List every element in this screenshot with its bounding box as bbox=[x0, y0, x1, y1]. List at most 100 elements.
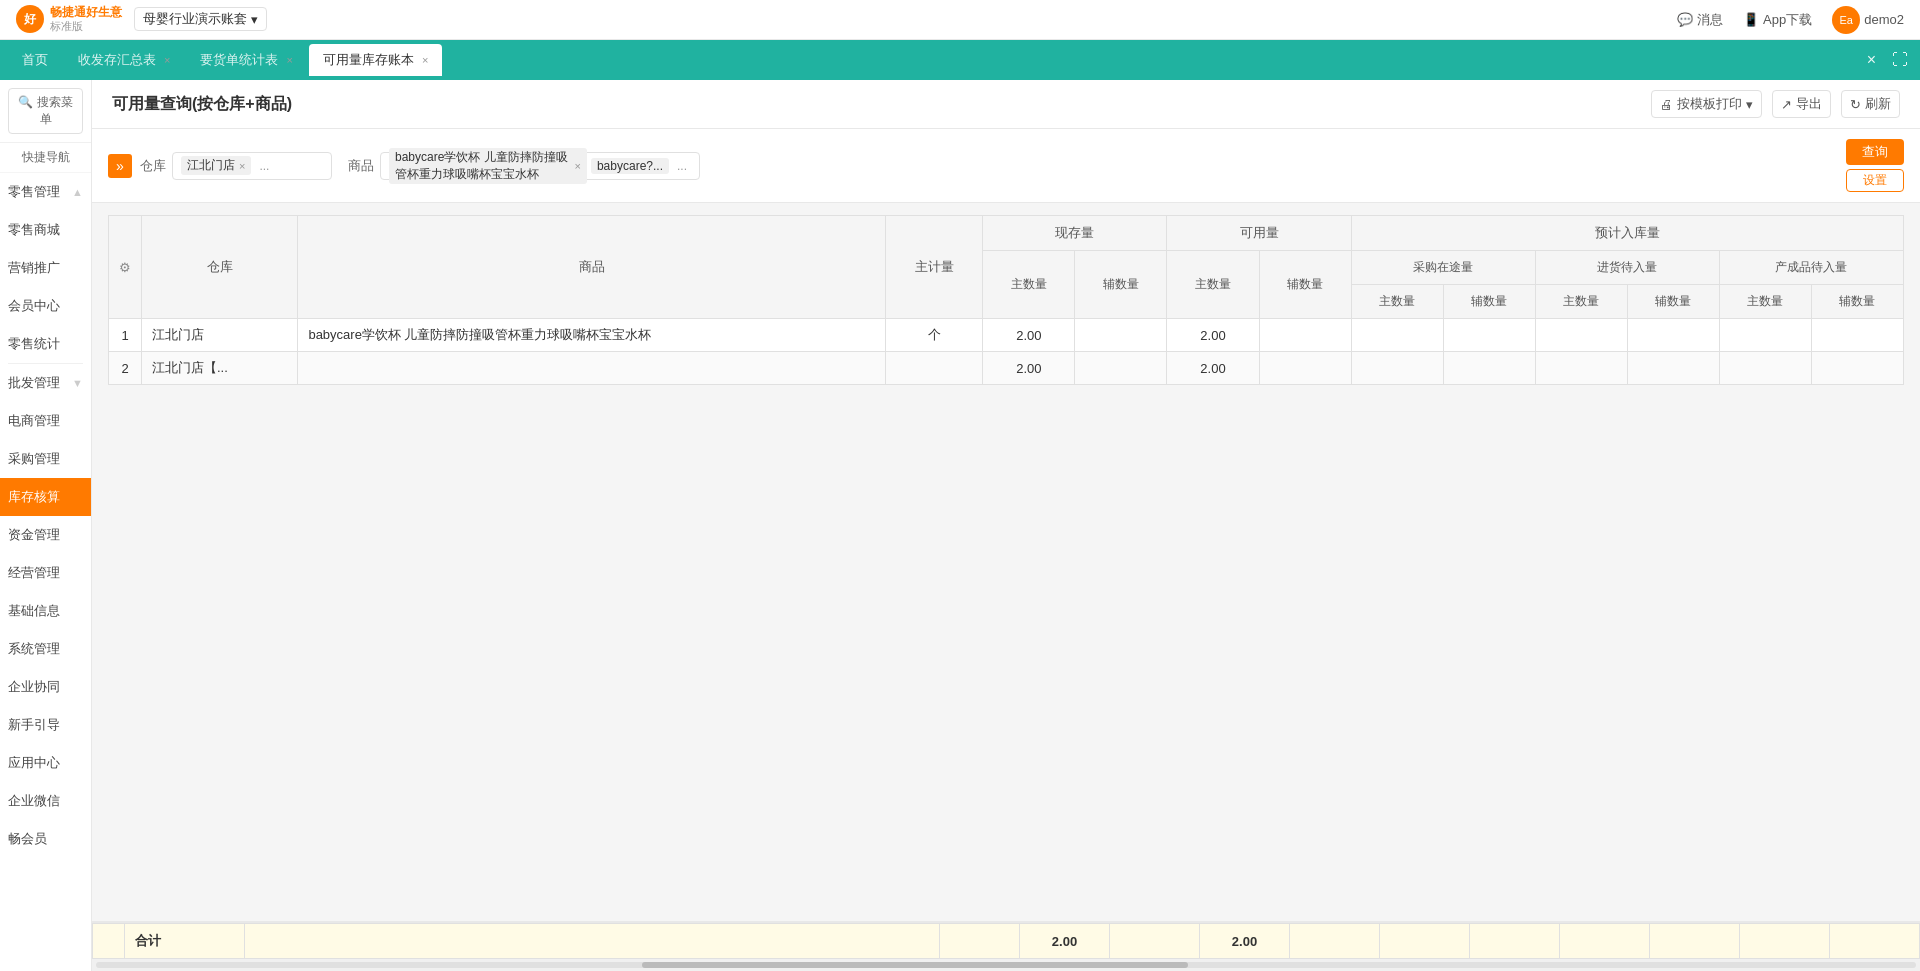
cell-pt-main bbox=[1351, 319, 1443, 352]
cell-gp-aux bbox=[1627, 352, 1719, 385]
app-download-label: App下载 bbox=[1763, 11, 1812, 29]
export-btn[interactable]: ↗ 导出 bbox=[1772, 90, 1831, 118]
tab-keyongliang[interactable]: 可用量库存账本 × bbox=[309, 44, 442, 76]
chevron-down-icon: ▾ bbox=[1746, 97, 1753, 112]
warehouse-input[interactable]: 江北门店 × ... bbox=[172, 152, 332, 180]
logo-icon: 好 bbox=[16, 5, 44, 33]
tab-shoufayuhuizong[interactable]: 收发存汇总表 × bbox=[64, 44, 184, 76]
expand-btn[interactable]: ⛶ bbox=[1888, 47, 1912, 73]
footer-p3-main bbox=[1740, 924, 1830, 959]
sidebar-item-newbie[interactable]: 新手引导 bbox=[0, 706, 91, 744]
sidebar-item-enterprise[interactable]: 企业协同 bbox=[0, 668, 91, 706]
refresh-icon: ↻ bbox=[1850, 97, 1861, 112]
sidebar-item-marketing[interactable]: 营销推广 bbox=[0, 249, 91, 287]
label-text: 标准版 bbox=[50, 19, 122, 34]
footer-current-main: 2.00 bbox=[1020, 924, 1110, 959]
th-available-aux: 辅数量 bbox=[1259, 251, 1351, 319]
sidebar-item-member[interactable]: 会员中心 bbox=[0, 287, 91, 325]
table-settings-icon[interactable]: ⚙ bbox=[119, 260, 131, 275]
th-goods-pending-main: 主数量 bbox=[1535, 285, 1627, 319]
industry-select[interactable]: 母婴行业演示账套 ▾ bbox=[134, 7, 267, 31]
nav-tabs-right: × ⛶ bbox=[1863, 47, 1912, 73]
cell-gp-main bbox=[1535, 352, 1627, 385]
query-btn[interactable]: 查询 bbox=[1846, 139, 1904, 165]
footer-p3-aux bbox=[1830, 924, 1920, 959]
filter-toggle-btn[interactable]: » bbox=[108, 154, 132, 178]
cell-current-aux bbox=[1075, 319, 1167, 352]
sidebar-item-purchase[interactable]: 采购管理 bbox=[0, 440, 91, 478]
sidebar-item-basic-info[interactable]: 基础信息 bbox=[0, 592, 91, 630]
sidebar-item-retail-stats[interactable]: 零售统计 bbox=[0, 325, 91, 363]
cell-current-main: 2.00 bbox=[983, 319, 1075, 352]
product-input[interactable]: babycare学饮杯 儿童防摔防撞吸管杯重力球吸嘴杯宝宝水杯 × babyca… bbox=[380, 152, 700, 180]
warehouse-label: 仓库 bbox=[140, 157, 166, 175]
footer-unit-col bbox=[940, 924, 1020, 959]
refresh-btn[interactable]: ↻ 刷新 bbox=[1841, 90, 1900, 118]
sidebar-item-system[interactable]: 系统管理 bbox=[0, 630, 91, 668]
close-all-tabs-btn[interactable]: × bbox=[1863, 47, 1880, 73]
th-settings: ⚙ bbox=[109, 216, 142, 319]
cell-index: 1 bbox=[109, 319, 142, 352]
th-purchased-transit: 采购在途量 bbox=[1351, 251, 1535, 285]
tab-yaohuo-close[interactable]: × bbox=[286, 54, 292, 66]
tab-home[interactable]: 首页 bbox=[8, 44, 62, 76]
product-tag-1: babycare学饮杯 儿童防摔防撞吸管杯重力球吸嘴杯宝宝水杯 × bbox=[389, 148, 587, 184]
app-download-btn[interactable]: 📱 App下载 bbox=[1743, 11, 1812, 29]
product-label: 商品 bbox=[348, 157, 374, 175]
footer-p2-aux bbox=[1650, 924, 1740, 959]
logo-area: 好 畅捷通好生意 标准版 bbox=[16, 5, 122, 34]
th-current-stock: 现存量 bbox=[983, 216, 1167, 251]
sidebar-item-enterprise-wechat[interactable]: 企业微信 bbox=[0, 782, 91, 820]
th-warehouse: 仓库 bbox=[142, 216, 298, 319]
user-avatar-btn[interactable]: Ea demo2 bbox=[1832, 6, 1904, 34]
avatar: Ea bbox=[1832, 6, 1860, 34]
page-actions: 🖨 按模板打印 ▾ ↗ 导出 ↻ 刷新 bbox=[1651, 90, 1900, 118]
th-current-aux: 辅数量 bbox=[1075, 251, 1167, 319]
warehouse-more-btn[interactable]: ... bbox=[255, 159, 273, 173]
tab-keyongliang-label: 可用量库存账本 bbox=[323, 51, 414, 69]
product-more-btn[interactable]: ... bbox=[673, 159, 691, 173]
cell-pp-aux bbox=[1811, 319, 1903, 352]
cell-pt-main bbox=[1351, 352, 1443, 385]
refresh-label: 刷新 bbox=[1865, 95, 1891, 113]
sidebar-item-ecommerce[interactable]: 电商管理 bbox=[0, 402, 91, 440]
th-purchased-transit-main: 主数量 bbox=[1351, 285, 1443, 319]
tab-shoufayuhuizong-close[interactable]: × bbox=[164, 54, 170, 66]
product-tag-1-remove[interactable]: × bbox=[575, 160, 581, 172]
chevron-down-icon: ▼ bbox=[72, 377, 83, 389]
scrollbar-area bbox=[92, 959, 1920, 971]
sidebar-item-retail-mall[interactable]: 零售商城 bbox=[0, 211, 91, 249]
th-available: 可用量 bbox=[1167, 216, 1351, 251]
sidebar-quick-nav[interactable]: 快捷导航 bbox=[0, 143, 91, 173]
logo-text-block: 畅捷通好生意 标准版 bbox=[50, 5, 122, 34]
sidebar-item-finance[interactable]: 资金管理 bbox=[0, 516, 91, 554]
sidebar-item-inventory[interactable]: 库存核算 bbox=[0, 478, 91, 516]
sidebar-item-retail-mgmt[interactable]: 零售管理 ▲ bbox=[0, 173, 91, 211]
scrollbar-thumb[interactable] bbox=[642, 962, 1188, 968]
sidebar-item-vip[interactable]: 畅会员 bbox=[0, 820, 91, 858]
sidebar-search-btn[interactable]: 🔍 搜索菜单 bbox=[8, 88, 83, 134]
industry-select-label: 母婴行业演示账套 bbox=[143, 10, 247, 28]
th-planned-inbound: 预计入库量 bbox=[1351, 216, 1903, 251]
cell-gp-main bbox=[1535, 319, 1627, 352]
footer-p2-main bbox=[1560, 924, 1650, 959]
th-available-main: 主数量 bbox=[1167, 251, 1259, 319]
footer-p1-aux bbox=[1470, 924, 1560, 959]
sidebar-item-operations[interactable]: 经营管理 bbox=[0, 554, 91, 592]
cell-current-aux bbox=[1075, 352, 1167, 385]
cell-warehouse: 江北门店 bbox=[142, 319, 298, 352]
print-btn[interactable]: 🖨 按模板打印 ▾ bbox=[1651, 90, 1762, 118]
table-row: 1 江北门店 babycare学饮杯 儿童防摔防撞吸管杯重力球吸嘴杯宝宝水杯 个… bbox=[109, 319, 1904, 352]
chevron-down-icon: ▾ bbox=[251, 12, 258, 27]
settings-filter-btn[interactable]: 设置 bbox=[1846, 169, 1904, 192]
sidebar-section: 零售管理 ▲ 零售商城 营销推广 会员中心 零售统计 批发管理 ▼ 电商管理 bbox=[0, 173, 91, 858]
tab-keyongliang-close[interactable]: × bbox=[422, 54, 428, 66]
table-row: 2 江北门店【... 2.00 2.00 bbox=[109, 352, 1904, 385]
sidebar-item-app-center[interactable]: 应用中心 bbox=[0, 744, 91, 782]
warehouse-tag-remove[interactable]: × bbox=[239, 160, 245, 172]
footer-available-main: 2.00 bbox=[1200, 924, 1290, 959]
message-btn[interactable]: 💬 消息 bbox=[1677, 11, 1723, 29]
tab-yaohuo[interactable]: 要货单统计表 × bbox=[186, 44, 306, 76]
sidebar-search: 🔍 搜索菜单 bbox=[0, 80, 91, 143]
sidebar-item-wholesale-mgmt[interactable]: 批发管理 ▼ bbox=[0, 364, 91, 402]
